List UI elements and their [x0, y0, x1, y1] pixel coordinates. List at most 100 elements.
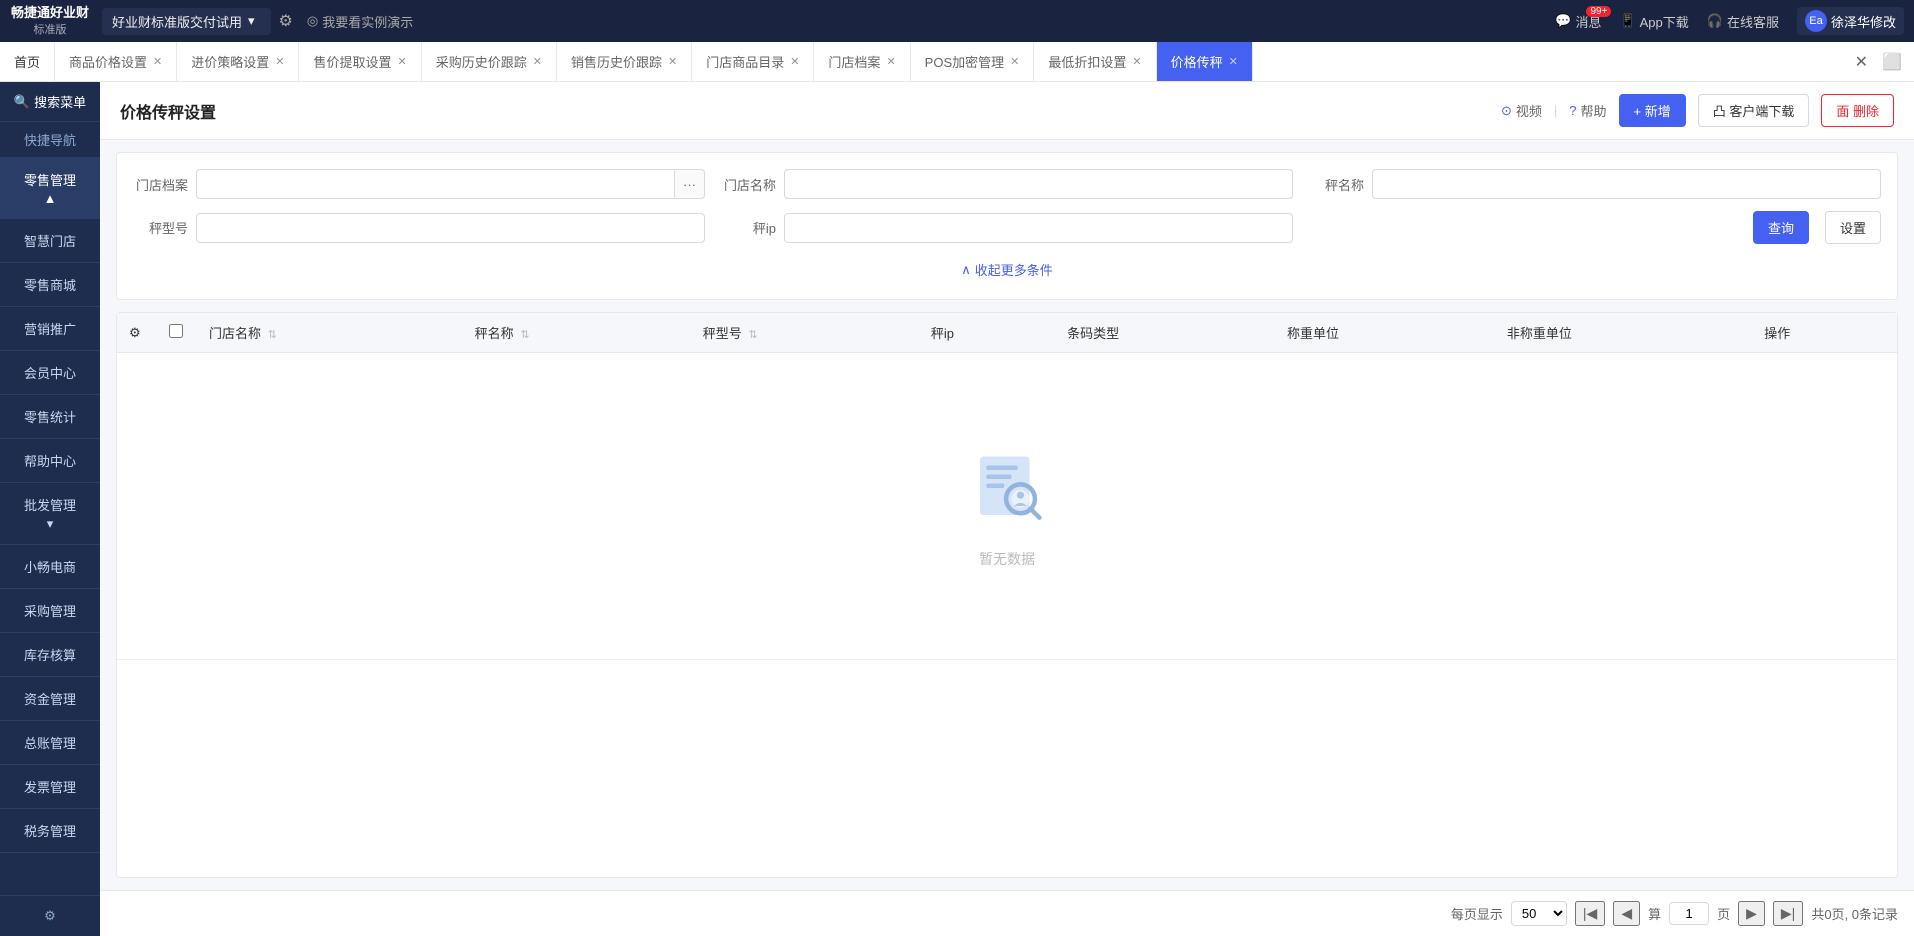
sidebar-item-retail[interactable]: 零售管理 ▲ — [0, 158, 100, 219]
scale-ip-input[interactable] — [784, 213, 1293, 243]
tab-price-scale[interactable]: 价格传秤 ✕ — [1157, 42, 1253, 82]
app-download-button[interactable]: 📱 App下载 — [1619, 12, 1688, 31]
sidebar-item-ecommerce[interactable]: 小畅电商 — [0, 545, 100, 589]
tab-close-price-scale[interactable]: ✕ — [1229, 55, 1238, 68]
tab-close-store-catalog[interactable]: ✕ — [790, 55, 799, 68]
th-scale-model[interactable]: 秤型号 ⇅ — [691, 313, 919, 353]
store-file-label: 门店档案 — [133, 175, 188, 194]
separator: | — [1554, 103, 1557, 118]
tab-pos-manage[interactable]: POS加密管理 ✕ — [911, 42, 1035, 82]
empty-illustration — [962, 443, 1052, 533]
delete-button[interactable]: 面 删除 — [1821, 94, 1894, 127]
tab-sale-history[interactable]: 销售历史价跟踪 ✕ — [557, 42, 692, 82]
scale-model-input[interactable] — [196, 213, 705, 243]
sidebar-item-tax[interactable]: 税务管理 — [0, 809, 100, 853]
sidebar-item-finance[interactable]: 资金管理 — [0, 677, 100, 721]
next-page-button[interactable]: ▶ — [1738, 901, 1765, 926]
sidebar-item-invoice[interactable]: 发票管理 — [0, 765, 100, 809]
sidebar-nav[interactable]: 快捷导航 — [0, 122, 100, 158]
prev-page-button[interactable]: ◀ — [1613, 901, 1640, 926]
message-button[interactable]: 💬 消息 99+ — [1555, 12, 1601, 31]
user-menu[interactable]: Ea 徐泽华修改 — [1797, 7, 1904, 35]
scale-ip-field: 秤ip — [721, 213, 1293, 243]
settings-icon[interactable]: ⚙ — [279, 11, 293, 31]
th-scale-name[interactable]: 秤名称 ⇅ — [463, 313, 691, 353]
tab-close-purchase-strategy[interactable]: ✕ — [275, 55, 284, 68]
tab-close-sale-price[interactable]: ✕ — [398, 55, 407, 68]
scale-ip-label: 秤ip — [721, 218, 776, 237]
video-label: 视频 — [1516, 101, 1542, 120]
sidebar-item-member[interactable]: 会员中心 — [0, 351, 100, 395]
add-button[interactable]: + 新增 — [1619, 94, 1686, 127]
sidebar-item-smart-store[interactable]: 智慧门店 — [0, 219, 100, 263]
sidebar-item-wholesale[interactable]: 批发管理 ▾ — [0, 483, 100, 545]
store-name-input[interactable] — [784, 169, 1293, 199]
sidebar-search[interactable]: 🔍 搜索菜单 — [0, 82, 100, 122]
collapse-button[interactable]: ∧ 收起更多条件 — [133, 256, 1881, 283]
store-file-ellipsis-button[interactable]: ··· — [675, 169, 705, 199]
page-actions: ⊙ 视频 | ? 帮助 + 新增 凸 客户端下载 面 删除 — [1501, 94, 1894, 127]
sidebar-item-purchase[interactable]: 采购管理 — [0, 589, 100, 633]
select-all-checkbox[interactable] — [169, 324, 183, 338]
sidebar-item-label: 总账管理 — [24, 733, 76, 752]
version-text: 好业财标准版交付试用 — [112, 12, 242, 31]
version-selector[interactable]: 好业财标准版交付试用 ▾ — [102, 8, 271, 35]
tab-close-price-setting[interactable]: ✕ — [153, 55, 162, 68]
th-weight-unit: 称重单位 — [1275, 313, 1495, 353]
help-link[interactable]: ? 帮助 — [1569, 101, 1606, 120]
tab-store-file[interactable]: 门店档案 ✕ — [814, 42, 910, 82]
tab-min-discount[interactable]: 最低折扣设置 ✕ — [1034, 42, 1156, 82]
empty-cell: 暂无数据 — [117, 353, 1897, 660]
last-page-button[interactable]: ▶| — [1773, 901, 1803, 926]
per-page-select[interactable]: 50 10 20 100 — [1511, 901, 1567, 926]
tab-close-pos-manage[interactable]: ✕ — [1010, 55, 1019, 68]
tab-home[interactable]: 首页 — [0, 42, 55, 82]
tab-close-purchase-history[interactable]: ✕ — [533, 55, 542, 68]
sidebar-item-label: 智慧门店 — [24, 231, 76, 250]
sidebar-settings-button[interactable]: ⚙ — [0, 895, 100, 936]
bell-icon: 💬 — [1555, 13, 1571, 29]
headset-icon: 🎧 — [1707, 13, 1723, 29]
empty-text: 暂无数据 — [979, 549, 1035, 569]
store-file-input[interactable] — [196, 169, 675, 199]
online-service-button[interactable]: 🎧 在线客服 — [1707, 12, 1779, 31]
query-button[interactable]: 查询 — [1753, 211, 1809, 244]
sidebar-item-help[interactable]: 帮助中心 — [0, 439, 100, 483]
sidebar-item-retail-mall[interactable]: 零售商城 — [0, 263, 100, 307]
app-logo: 畅捷通好业财 标准版 — [10, 5, 90, 37]
maximize-icon[interactable]: ⬜ — [1878, 52, 1906, 72]
scale-name-input[interactable] — [1372, 169, 1881, 199]
sidebar-item-inventory[interactable]: 库存核算 — [0, 633, 100, 677]
tab-close-sale-history[interactable]: ✕ — [668, 55, 677, 68]
table-header-row: ⚙ 门店名称 ⇅ 秤名称 ⇅ 秤型号 — [117, 313, 1897, 353]
filter-row-2: 秤型号 秤ip 查询 设置 — [133, 211, 1881, 244]
video-link[interactable]: ⊙ 视频 — [1501, 101, 1542, 120]
page-input[interactable] — [1669, 902, 1709, 925]
tab-price-setting[interactable]: 商品价格设置 ✕ — [55, 42, 177, 82]
sidebar-item-retail-stat[interactable]: 零售统计 — [0, 395, 100, 439]
demo-link[interactable]: ◎ 我要看实例演示 — [307, 12, 417, 31]
th-scale-ip: 秤ip — [919, 313, 1055, 353]
th-settings[interactable]: ⚙ — [117, 313, 157, 353]
main-layout: 🔍 搜索菜单 快捷导航 零售管理 ▲ 智慧门店 零售商城 营销推广 会员中心 零… — [0, 82, 1914, 936]
scale-model-field: 秤型号 — [133, 213, 705, 243]
sidebar-item-label: 零售商城 — [24, 275, 76, 294]
close-tab-icon[interactable]: ✕ — [1851, 52, 1872, 72]
sidebar-item-label: 会员中心 — [24, 363, 76, 382]
tab-purchase-strategy[interactable]: 进价策略设置 ✕ — [177, 42, 299, 82]
sidebar-item-general[interactable]: 总账管理 — [0, 721, 100, 765]
set-button[interactable]: 设置 — [1825, 211, 1881, 244]
sidebar-item-marketing[interactable]: 营销推广 — [0, 307, 100, 351]
data-table: ⚙ 门店名称 ⇅ 秤名称 ⇅ 秤型号 — [117, 313, 1897, 660]
tab-store-catalog[interactable]: 门店商品目录 ✕ — [692, 42, 814, 82]
first-page-button[interactable]: |◀ — [1575, 901, 1605, 926]
sidebar-item-label: 发票管理 — [24, 777, 76, 796]
th-store-name[interactable]: 门店名称 ⇅ — [197, 313, 463, 353]
tab-close-store-file[interactable]: ✕ — [886, 55, 895, 68]
tab-sale-price[interactable]: 售价提取设置 ✕ — [299, 42, 421, 82]
page-word-label: 算 — [1648, 904, 1661, 923]
logo-sub: 标准版 — [34, 21, 67, 37]
tab-purchase-history[interactable]: 采购历史价跟踪 ✕ — [422, 42, 557, 82]
tab-close-min-discount[interactable]: ✕ — [1132, 55, 1141, 68]
download-button[interactable]: 凸 客户端下载 — [1698, 94, 1810, 127]
